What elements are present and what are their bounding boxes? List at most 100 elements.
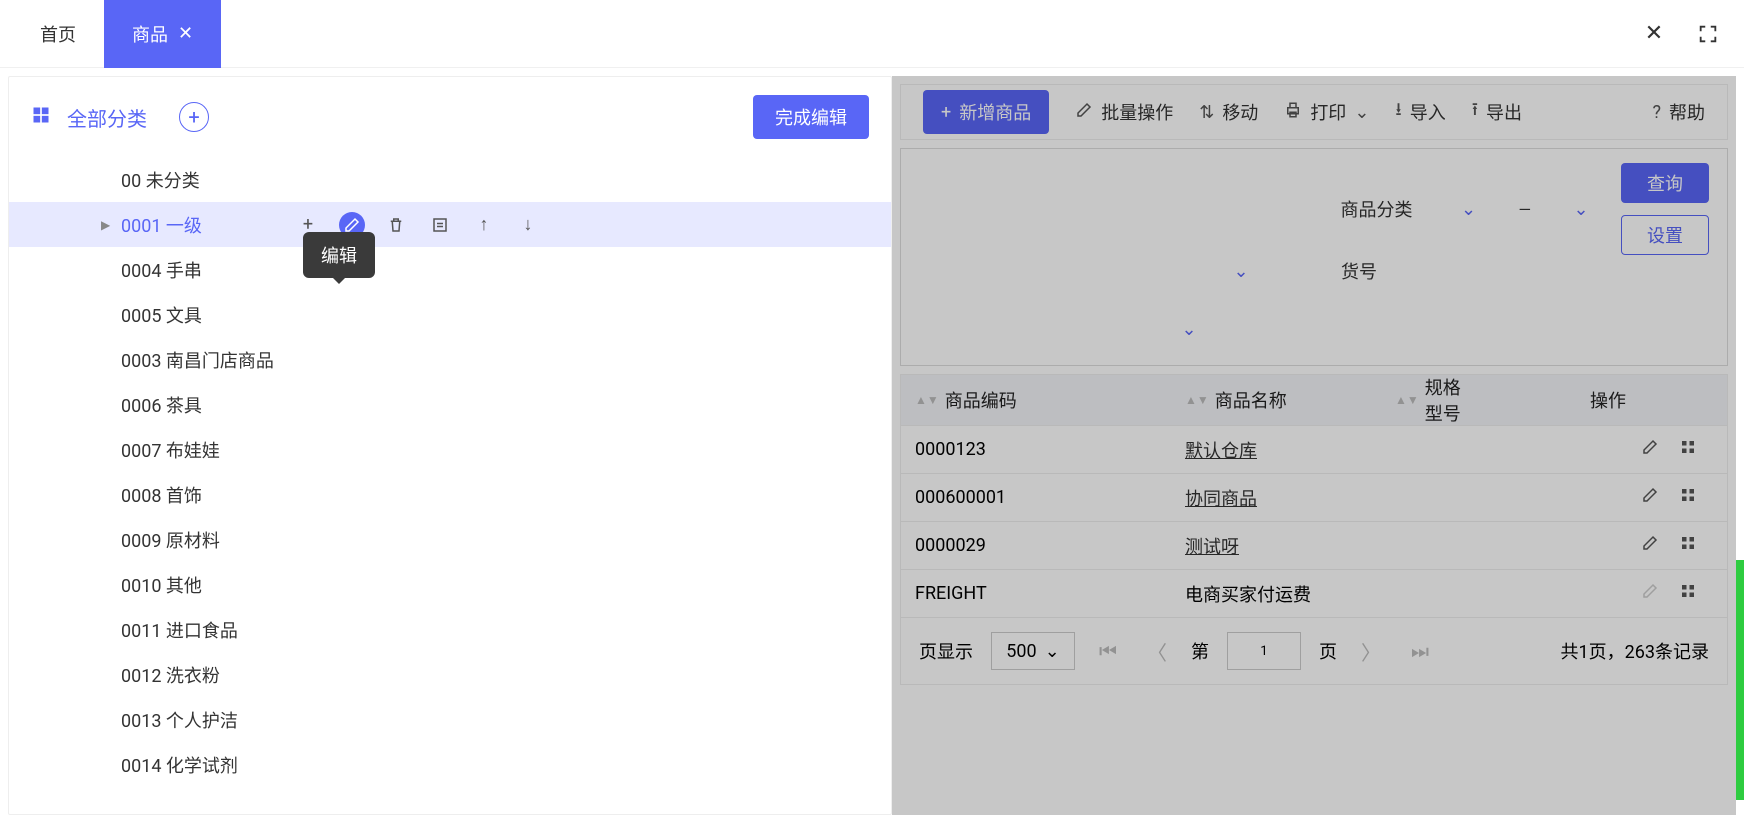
sort-icon[interactable]: ▲▼ — [1185, 397, 1209, 403]
import-label: 导入 — [1410, 99, 1446, 125]
archive-icon[interactable] — [427, 212, 453, 238]
export-icon: ⭱ — [1472, 97, 1478, 127]
chevron-down-icon[interactable]: ⌄ — [1169, 319, 1209, 340]
chevron-down-icon: ⌄ — [1045, 641, 1060, 662]
batch-label: 批量操作 — [1101, 99, 1173, 125]
page-input[interactable] — [1227, 632, 1301, 670]
tree-node-label: 0001 一级 — [121, 212, 202, 238]
chevron-down-icon[interactable]: ⌄ — [1449, 199, 1489, 220]
last-page-icon[interactable]: ⏭ — [1405, 639, 1435, 663]
filter-sku-label: 货号 — [1341, 258, 1421, 284]
tree-node[interactable]: 0005 文具 — [9, 292, 891, 337]
all-categories-link[interactable]: 全部分类 — [67, 103, 147, 132]
tree-node[interactable]: 0009 原材料 — [9, 517, 891, 562]
tree-node-label: 0009 原材料 — [121, 527, 220, 553]
table-row[interactable]: 0000029 测试呀 — [901, 521, 1727, 569]
table-row[interactable]: 0000123 默认仓库 — [901, 425, 1727, 473]
th-spec-label: 规格型号 — [1425, 374, 1475, 426]
cell-code: 0000029 — [901, 535, 1171, 556]
move-down-icon[interactable]: ↓ — [515, 212, 541, 238]
close-all-icon[interactable]: ✕ — [1636, 16, 1672, 52]
category-tree[interactable]: 00 未分类 ▶ 0001 一级 + ↑ ↓ 0004 手串 0005 文具 0… — [9, 157, 891, 815]
tree-node[interactable]: 0007 布娃娃 — [9, 427, 891, 472]
tab-product-label: 商品 — [132, 21, 168, 47]
pager-summary: 共1页，263条记录 — [1561, 638, 1709, 664]
plus-icon: + — [941, 102, 951, 123]
per-page-select[interactable]: 500 ⌄ — [991, 632, 1075, 670]
tree-node[interactable]: 0014 化学试剂 — [9, 742, 891, 787]
new-product-button[interactable]: +新增商品 — [923, 90, 1049, 134]
tree-node[interactable]: 0013 个人护洁 — [9, 697, 891, 742]
query-button[interactable]: 查询 — [1621, 163, 1709, 203]
product-list-panel: +新增商品 批量操作 ⇅移动 打印⌄ ⭳导入 ⭱导出 ?帮助 商品分类 ⌄ — … — [892, 76, 1736, 815]
tree-node[interactable]: 0004 手串 — [9, 247, 891, 292]
tree-node[interactable]: 0012 洗衣粉 — [9, 652, 891, 697]
edit-icon-disabled — [1641, 582, 1659, 605]
tree-node-label: 00 未分类 — [121, 167, 200, 193]
cell-name-link[interactable]: 测试呀 — [1185, 537, 1239, 558]
tree-node-label: 0013 个人护洁 — [121, 707, 238, 733]
table-header: ▲▼商品编码 ▲▼商品名称 ▲▼规格型号 操作 — [901, 375, 1727, 425]
tree-node-label: 0012 洗衣粉 — [121, 662, 220, 688]
cell-name-link[interactable]: 协同商品 — [1185, 489, 1257, 510]
edit-icon[interactable] — [1641, 534, 1659, 557]
prev-page-icon[interactable]: 〈 — [1141, 637, 1173, 666]
more-icon[interactable] — [1679, 534, 1697, 557]
cell-code: 0000123 — [901, 439, 1171, 460]
help-label: 帮助 — [1669, 99, 1705, 125]
more-icon[interactable] — [1679, 582, 1697, 605]
chevron-down-icon[interactable]: ⌄ — [1221, 261, 1261, 282]
range-dash: — — [1509, 200, 1542, 219]
page-suffix: 页 — [1319, 638, 1337, 664]
tab-home[interactable]: 首页 — [12, 0, 104, 68]
finish-edit-button[interactable]: 完成编辑 — [753, 95, 869, 139]
th-code-label: 商品编码 — [945, 387, 1017, 413]
cell-name: 电商买家付运费 — [1185, 585, 1311, 606]
cell-name-link[interactable]: 默认仓库 — [1185, 441, 1257, 462]
export-action[interactable]: ⭱导出 — [1472, 97, 1522, 127]
tree-node[interactable]: 0010 其他 — [9, 562, 891, 607]
tree-node[interactable]: 00 未分类 — [9, 157, 891, 202]
fullscreen-icon[interactable] — [1690, 16, 1726, 52]
more-icon[interactable] — [1679, 486, 1697, 509]
edit-icon[interactable] — [1641, 438, 1659, 461]
delete-icon[interactable] — [383, 212, 409, 238]
caret-right-icon[interactable]: ▶ — [101, 218, 110, 232]
tree-node[interactable]: 0003 南昌门店商品 — [9, 337, 891, 382]
import-action[interactable]: ⭳导入 — [1395, 97, 1445, 127]
tree-node[interactable]: 0011 进口食品 — [9, 607, 891, 652]
add-category-button[interactable]: + — [179, 102, 209, 132]
th-spec[interactable]: ▲▼ 规格型号 — [1381, 374, 1489, 426]
tooltip: 编辑 — [303, 232, 375, 278]
table-row[interactable]: FREIGHT 电商买家付运费 — [901, 569, 1727, 617]
tree-node-label: 0004 手串 — [121, 257, 202, 283]
tab-home-label: 首页 — [40, 21, 76, 47]
close-icon[interactable]: ✕ — [178, 23, 193, 44]
first-page-icon[interactable]: ⏮ — [1093, 639, 1123, 663]
tab-product[interactable]: 商品 ✕ — [104, 0, 221, 68]
tree-node-selected[interactable]: ▶ 0001 一级 + ↑ ↓ — [9, 202, 891, 247]
printer-icon — [1284, 101, 1302, 124]
move-up-icon[interactable]: ↑ — [471, 212, 497, 238]
sort-icon[interactable]: ▲▼ — [1395, 397, 1419, 403]
tree-node-label: 0010 其他 — [121, 572, 202, 598]
sort-icon[interactable]: ▲▼ — [915, 397, 939, 403]
more-icon[interactable] — [1679, 438, 1697, 461]
th-name[interactable]: ▲▼商品名称 — [1171, 387, 1381, 413]
next-page-icon[interactable]: 〉 — [1355, 637, 1387, 666]
th-code[interactable]: ▲▼ 商品编码 — [901, 387, 1171, 413]
tree-node-label: 0014 化学试剂 — [121, 752, 238, 778]
tree-node[interactable]: 0006 茶具 — [9, 382, 891, 427]
tree-node-label: 0011 进口食品 — [121, 617, 238, 643]
settings-button[interactable]: 设置 — [1621, 215, 1709, 255]
per-page-value: 500 — [1006, 641, 1036, 662]
edit-icon[interactable] — [1641, 486, 1659, 509]
print-action[interactable]: 打印⌄ — [1284, 99, 1369, 125]
table-row[interactable]: 000600001 协同商品 — [901, 473, 1727, 521]
per-page-prefix: 页显示 — [919, 638, 973, 664]
chevron-down-icon[interactable]: ⌄ — [1561, 199, 1601, 220]
help-action[interactable]: ?帮助 — [1652, 99, 1705, 125]
tree-node[interactable]: 0008 首饰 — [9, 472, 891, 517]
batch-action[interactable]: 批量操作 — [1075, 99, 1173, 125]
move-action[interactable]: ⇅移动 — [1199, 99, 1258, 125]
